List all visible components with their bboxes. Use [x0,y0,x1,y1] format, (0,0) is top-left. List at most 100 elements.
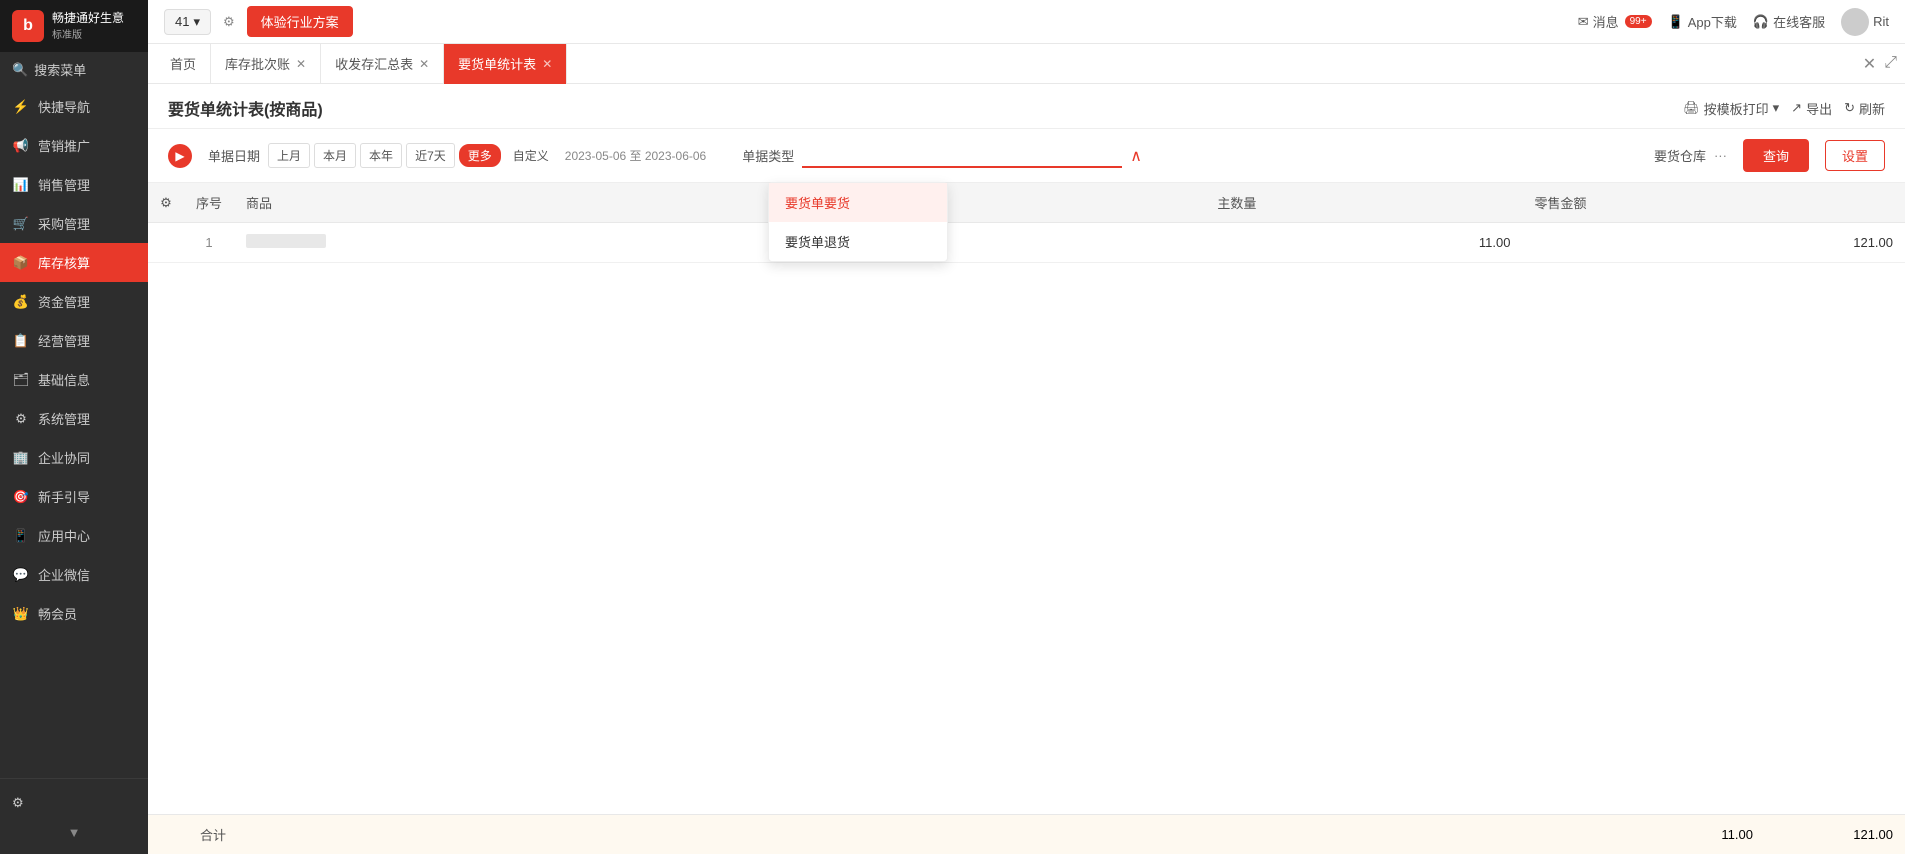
type-dropdown-menu: 要货单要货 要货单退货 [768,182,948,262]
content-area: 要货单统计表(按商品) 🖨 按模板打印 ▾ ↗ 导出 ↻ 刷新 ▶ [148,84,1905,854]
tab-inventory-batch[interactable]: 库存批次账 ✕ [211,44,321,84]
maximize-icon[interactable]: ⤢ [1884,54,1897,74]
finance-icon: 💰 [12,294,30,310]
date-quick-btns: 上月 本月 本年 近7天 更多 自定义 [268,143,557,168]
tab-home[interactable]: 首页 [156,44,211,84]
type-filter-label: 单据类型 [742,146,794,165]
last-7days-btn[interactable]: 近7天 [406,143,455,168]
sidebar-search[interactable]: 🔍 搜索菜单 [0,52,148,87]
th-amount: 零售金额 [1522,183,1905,223]
sidebar-item-marketing[interactable]: 📢营销推广 [0,126,148,165]
export-label: 导出 [1806,99,1832,118]
sidebar-item-system[interactable]: ⚙系统管理 [0,399,148,438]
footer-total-label: 合计 [160,825,226,844]
sidebar-item-label: 经营管理 [38,331,90,350]
sidebar-item-finance[interactable]: 💰资金管理 [0,282,148,321]
messages-item[interactable]: ✉ 消息 99+ [1578,12,1652,31]
company-dropdown[interactable]: 41 ▾ [164,9,211,35]
warehouse-more-icon[interactable]: ··· [1714,148,1727,163]
tab-order-stats[interactable]: 要货单统计表 ✕ [444,44,567,84]
refresh-btn[interactable]: ↻ 刷新 [1844,99,1885,118]
tab-recv-summary[interactable]: 收发存汇总表 ✕ [321,44,444,84]
sidebar-item-enterprise[interactable]: 🏢企业协同 [0,438,148,477]
gear-settings-icon[interactable]: ⚙ [223,14,235,30]
sidebar-item-purchase[interactable]: 🛒采购管理 [0,204,148,243]
online-service-item[interactable]: 🎧 在线客服 [1753,12,1825,31]
sidebar-item-inventory[interactable]: 📦库存核算 [0,243,148,282]
sidebar-item-label: 应用中心 [38,526,90,545]
type-chevron-up-icon[interactable]: ∧ [1130,146,1142,166]
query-button[interactable]: 查询 [1743,139,1809,172]
last-month-btn[interactable]: 上月 [268,143,310,168]
sidebar-item-sales[interactable]: 📊销售管理 [0,165,148,204]
close-window-icon[interactable]: ✕ [1863,54,1876,74]
basic-icon: 🗂 [12,372,30,388]
type-filter-group: 单据类型 ∧ [742,143,1618,168]
sidebar-bottom-settings[interactable]: ⚙ [0,787,148,819]
td-gear [148,223,184,263]
guide-icon: 🎯 [12,489,30,505]
refresh-icon: ↻ [1844,100,1855,116]
tab-label: 要货单统计表 [458,54,536,73]
app-download-item[interactable]: 📱 App下载 [1668,12,1737,31]
footer-quantity: 11.00 [1633,827,1753,842]
table-row: 1 块 11.00 121.00 [148,223,1905,263]
tab-label: 库存批次账 [225,54,290,73]
messages-badge: 99+ [1625,15,1652,28]
app-logo: b 畅捷通好生意 标准版 [0,0,148,52]
print-chevron-icon: ▾ [1773,100,1780,116]
search-icon: 🔍 [12,62,28,78]
app-name: 畅捷通好生意 [52,11,124,27]
tab-close-icon[interactable]: ✕ [542,57,552,71]
app-download-label: App下载 [1688,12,1737,31]
type-filter-input[interactable] [802,143,1122,168]
sidebar-item-quick-nav[interactable]: ⚡快捷导航 [0,87,148,126]
message-icon: ✉ [1578,14,1589,30]
export-btn[interactable]: ↗ 导出 [1791,99,1832,118]
avatar [1841,8,1869,36]
warehouse-filter-label: 要货仓库 [1654,146,1706,165]
dropdown-item-return[interactable]: 要货单退货 [769,222,947,261]
table-header-row: ⚙ 序号 商品 主计量单位 主数量 零售金额 [148,183,1905,223]
sidebar-item-basic[interactable]: 🗂 基础信息 [0,360,148,399]
this-year-btn[interactable]: 本年 [360,143,402,168]
th-quantity: 主数量 [1205,183,1522,223]
sidebar-item-wechat[interactable]: 💬企业微信 [0,555,148,594]
print-template-btn[interactable]: 🖨 按模板打印 ▾ [1683,99,1779,118]
sidebar-item-label: 基础信息 [38,370,90,389]
settings-button[interactable]: 设置 [1825,140,1885,171]
username-label: Rit [1873,14,1889,29]
messages-label: 消息 [1593,12,1619,31]
export-icon: ↗ [1791,100,1802,116]
sidebar-scroll-down[interactable]: ▼ [0,819,148,846]
sidebar-item-operation[interactable]: 📋经营管理 [0,321,148,360]
company-num: 41 [175,14,189,29]
sidebar-item-guide[interactable]: 🎯 新手引导 [0,477,148,516]
sidebar-item-label: 快捷导航 [38,97,90,116]
custom-date-btn[interactable]: 自定义 [505,144,557,167]
page-title: 要货单统计表(按商品) [168,96,323,120]
date-filter-label: 单据日期 [208,146,260,165]
sidebar-item-member[interactable]: 👑畅会员 [0,594,148,633]
footer-amount: 121.00 [1773,827,1893,842]
tab-close-icon[interactable]: ✕ [419,57,429,71]
date-range-display: 2023-05-06 至 2023-06-06 [565,147,706,164]
sidebar-item-appstore[interactable]: 📱 应用中心 [0,516,148,555]
dropdown-arrow-icon: ▾ [193,14,200,30]
chevron-down-icon: ▼ [68,825,81,840]
sidebar-item-label: 新手引导 [38,487,90,506]
dropdown-item-order[interactable]: 要货单要货 [769,183,947,222]
marketing-icon: 📢 [12,138,30,154]
td-amount: 121.00 [1522,223,1905,263]
appstore-icon: 📱 [12,528,30,544]
trial-button[interactable]: 体验行业方案 [247,6,353,37]
filter-expand-btn[interactable]: ▶ [168,144,192,168]
th-gear[interactable]: ⚙ [148,183,184,223]
more-dates-btn[interactable]: 更多 [459,144,501,167]
sidebar-item-label: 库存核算 [38,253,90,272]
this-month-btn[interactable]: 本月 [314,143,356,168]
td-num: 1 [184,223,234,263]
user-avatar-item[interactable]: Rit [1841,8,1889,36]
sidebar-item-label: 企业协同 [38,448,90,467]
tab-close-icon[interactable]: ✕ [296,57,306,71]
